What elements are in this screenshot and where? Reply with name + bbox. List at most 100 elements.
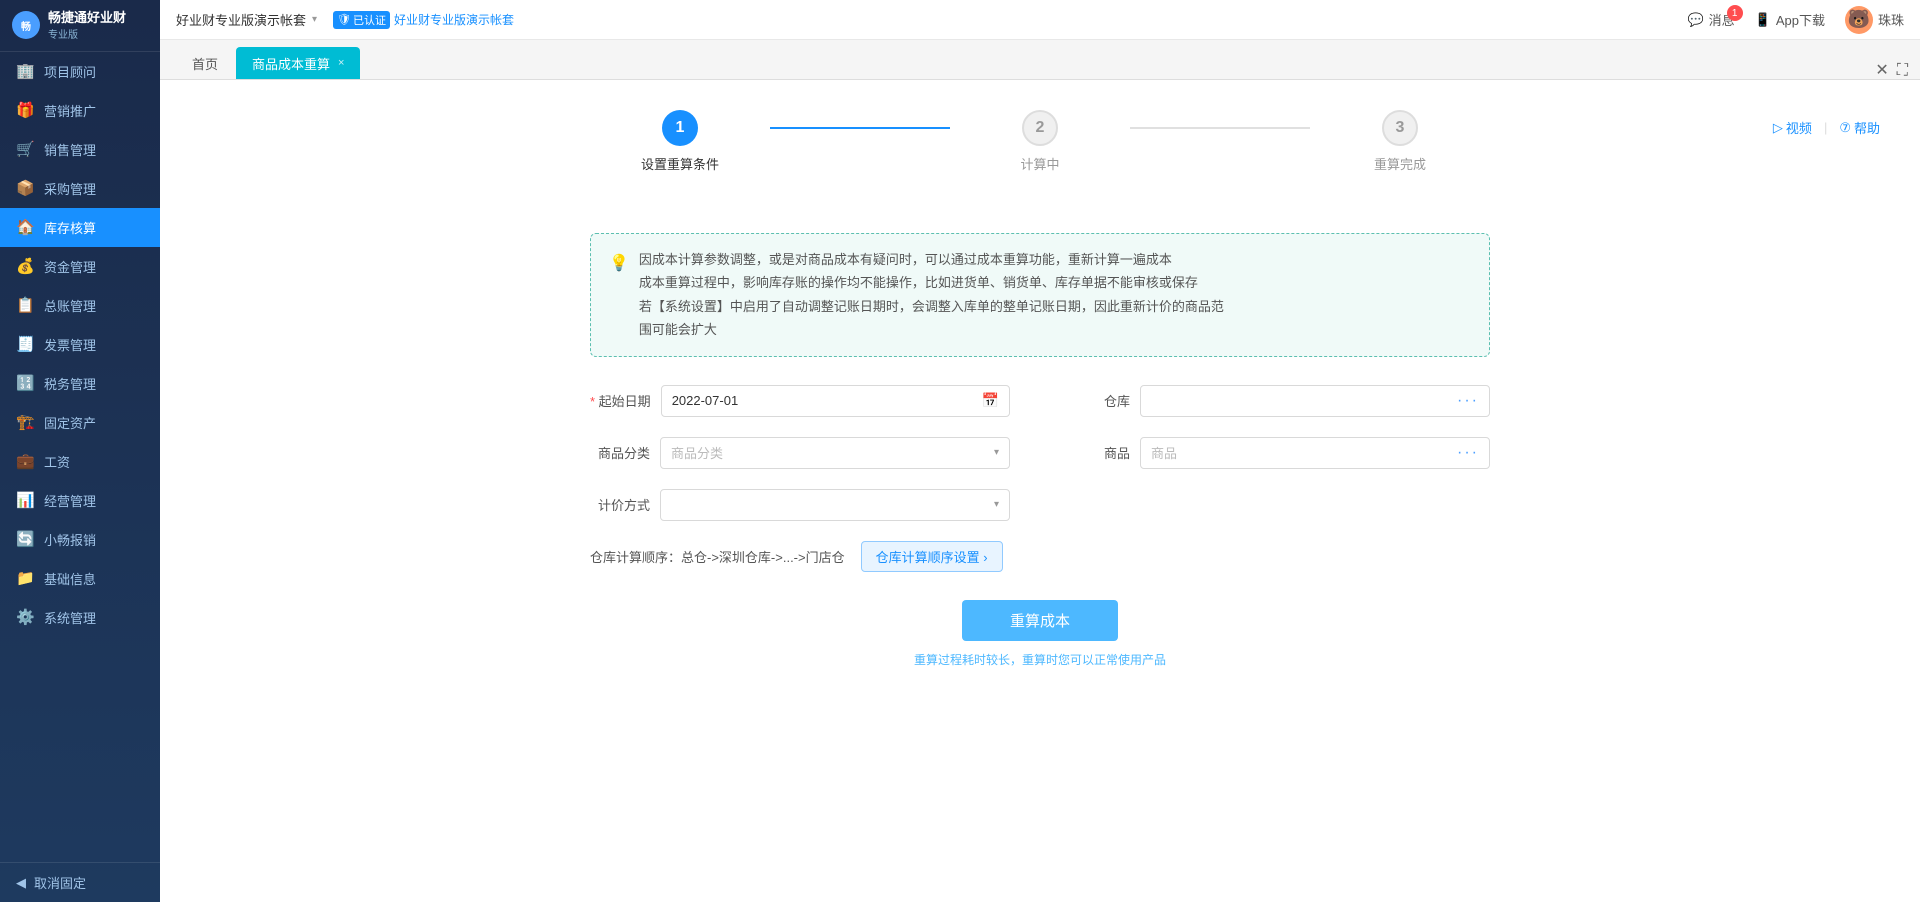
step-2-label: 计算中: [1020, 154, 1059, 173]
tab-cost-recalc-label: 商品成本重算: [252, 54, 330, 73]
category-field: 商品分类 商品分类 ▾: [590, 437, 1010, 469]
basic-icon: 📁: [16, 569, 34, 587]
ledger-icon: 📋: [16, 296, 34, 314]
pricing-dropdown[interactable]: ▾: [660, 489, 1010, 521]
sidebar-item-invoice[interactable]: 🧾 发票管理: [0, 325, 160, 364]
category-label: 商品分类: [590, 443, 650, 462]
sidebar-item-tax[interactable]: 🔢 税务管理: [0, 364, 160, 403]
form-row-2: 商品分类 商品分类 ▾ 商品 商品 ···: [590, 437, 1490, 469]
sidebar-item-finance[interactable]: 💰 资金管理: [0, 247, 160, 286]
step-2: 2 计算中: [950, 110, 1130, 173]
step-1: 1 设置重算条件: [590, 110, 770, 173]
main-area: 好业财专业版演示帐套 ▾ 🛡 已认证 好业财专业版演示帐套 💬 消息 1 📱 A…: [160, 0, 1920, 902]
sidebar-menu: 🏢 项目顾问 🎁 营销推广 🛒 销售管理 📦 采购管理 🏠 库存核算 💰 资金管…: [0, 52, 160, 862]
help-icon: ⑦: [1839, 120, 1851, 136]
notification-badge: 1: [1727, 5, 1743, 21]
sidebar-item-assets[interactable]: 🏗️ 固定资产: [0, 403, 160, 442]
step-1-circle: 1: [662, 110, 698, 146]
sidebar-item-operation[interactable]: 📊 经营管理: [0, 481, 160, 520]
warehouse-more-icon[interactable]: ···: [1457, 392, 1479, 410]
purchase-icon: 📦: [16, 179, 34, 197]
calendar-icon[interactable]: 📅: [982, 392, 999, 409]
warehouse-label: 仓库: [1070, 391, 1130, 410]
step-2-circle: 2: [1022, 110, 1058, 146]
start-date-label: 起始日期: [590, 391, 651, 410]
form-section: 起始日期 2022-07-01 📅 仓库 ··· 商品分: [590, 385, 1490, 668]
warehouse-order-label: 仓库计算顺序：总仓->深圳仓库->...->门店仓: [590, 547, 845, 566]
sidebar-item-system[interactable]: ⚙️ 系统管理: [0, 598, 160, 637]
tab-cost-recalc[interactable]: 商品成本重算 ×: [236, 47, 360, 79]
sidebar-item-project[interactable]: 🏢 项目顾问: [0, 52, 160, 91]
sidebar-item-expense[interactable]: 🔄 小畅报销: [0, 520, 160, 559]
tab-controls: ✕ ⛶: [1875, 63, 1920, 79]
project-icon: 🏢: [16, 62, 34, 80]
avatar: 🐻: [1845, 6, 1873, 34]
sidebar-item-marketing[interactable]: 🎁 营销推广: [0, 91, 160, 130]
sales-icon: 🛒: [16, 140, 34, 158]
info-box: 💡 因成本计算参数调整，或是对商品成本有疑问时，可以通过成本重算功能，重新计算一…: [590, 233, 1490, 357]
form-row-1: 起始日期 2022-07-01 📅 仓库 ···: [590, 385, 1490, 417]
topbar-right: 💬 消息 1 📱 App下载 🐻 珠珠: [1687, 6, 1904, 34]
sidebar-item-inventory[interactable]: 🏠 库存核算: [0, 208, 160, 247]
steps-section: 1 设置重算条件 2 计算中 3 重算完成: [200, 110, 1880, 203]
start-date-field: 起始日期 2022-07-01 📅: [590, 385, 1010, 417]
sidebar-item-label: 库存核算: [44, 218, 96, 237]
sidebar-logo: 畅: [12, 11, 40, 39]
sidebar-item-ledger[interactable]: 📋 总账管理: [0, 286, 160, 325]
app-label: App下载: [1776, 10, 1825, 29]
sidebar-item-salary[interactable]: 💼 工资: [0, 442, 160, 481]
sidebar-item-purchase[interactable]: 📦 采购管理: [0, 169, 160, 208]
salary-icon: 💼: [16, 452, 34, 470]
system-icon: ⚙️: [16, 608, 34, 626]
sidebar-item-label: 营销推广: [44, 101, 96, 120]
warehouse-input[interactable]: ···: [1140, 385, 1490, 417]
pin-label: 取消固定: [34, 873, 86, 892]
pricing-chevron-icon: ▾: [994, 499, 999, 510]
marketing-icon: 🎁: [16, 101, 34, 119]
info-icon: 💡: [609, 250, 629, 342]
invoice-icon: 🧾: [16, 335, 34, 353]
warehouse-order-btn[interactable]: 仓库计算顺序设置 ›: [861, 541, 1003, 572]
content-area: 1 设置重算条件 2 计算中 3 重算完成: [160, 80, 1920, 902]
user-profile[interactable]: 🐻 珠珠: [1845, 6, 1904, 34]
sidebar-header: 畅 畅捷通好业财 专业版: [0, 0, 160, 52]
sidebar-item-sales[interactable]: 🛒 销售管理: [0, 130, 160, 169]
tab-bar: 首页 商品成本重算 × ✕ ⛶: [160, 40, 1920, 80]
app-download-button[interactable]: 📱 App下载: [1755, 10, 1825, 29]
sidebar-item-basic[interactable]: 📁 基础信息: [0, 559, 160, 598]
goods-input[interactable]: 商品 ···: [1140, 437, 1490, 469]
user-name: 珠珠: [1878, 10, 1904, 29]
help-label: 帮助: [1854, 118, 1880, 137]
help-link[interactable]: ⑦ 帮助: [1839, 118, 1880, 137]
tax-icon: 🔢: [16, 374, 34, 392]
submit-hint: 重算过程耗时较长，重算时您可以正常使用产品: [914, 651, 1166, 668]
sidebar-title: 畅捷通好业财: [48, 10, 126, 26]
warehouse-field: 仓库 ···: [1070, 385, 1490, 417]
tab-home[interactable]: 首页: [176, 47, 234, 79]
expense-icon: 🔄: [16, 530, 34, 548]
inventory-icon: 🏠: [16, 218, 34, 236]
warehouse-order-btn-label: 仓库计算顺序设置 ›: [876, 547, 988, 566]
account-selector[interactable]: 好业财专业版演示帐套 ▾: [176, 10, 317, 29]
sidebar-item-label: 基础信息: [44, 569, 96, 588]
form-row-3: 计价方式 ▾: [590, 489, 1490, 521]
step-line-1-2: [770, 127, 950, 129]
category-dropdown[interactable]: 商品分类 ▾: [660, 437, 1010, 469]
account-full-name: 好业财专业版演示帐套: [394, 11, 514, 28]
submit-button[interactable]: 重算成本: [962, 600, 1118, 641]
goods-more-icon[interactable]: ···: [1457, 444, 1479, 462]
sidebar-pin-toggle[interactable]: ◀ 取消固定: [0, 862, 160, 902]
tab-close-icon[interactable]: ×: [338, 57, 344, 69]
start-date-input[interactable]: 2022-07-01 📅: [661, 385, 1010, 417]
verified-badge: 🛡 已认证 好业财专业版演示帐套: [333, 11, 514, 29]
step-3-label: 重算完成: [1374, 154, 1426, 173]
submit-section: 重算成本 重算过程耗时较长，重算时您可以正常使用产品: [590, 600, 1490, 668]
pin-icon: ◀: [16, 875, 26, 891]
video-label: 视频: [1786, 118, 1812, 137]
video-help-link[interactable]: ▷ 视频: [1773, 118, 1812, 137]
close-panel-icon[interactable]: ✕: [1875, 63, 1888, 79]
sidebar-item-label: 销售管理: [44, 140, 96, 159]
expand-panel-icon[interactable]: ⛶: [1897, 63, 1908, 79]
message-button[interactable]: 💬 消息 1: [1687, 10, 1734, 29]
pricing-label: 计价方式: [590, 495, 650, 514]
